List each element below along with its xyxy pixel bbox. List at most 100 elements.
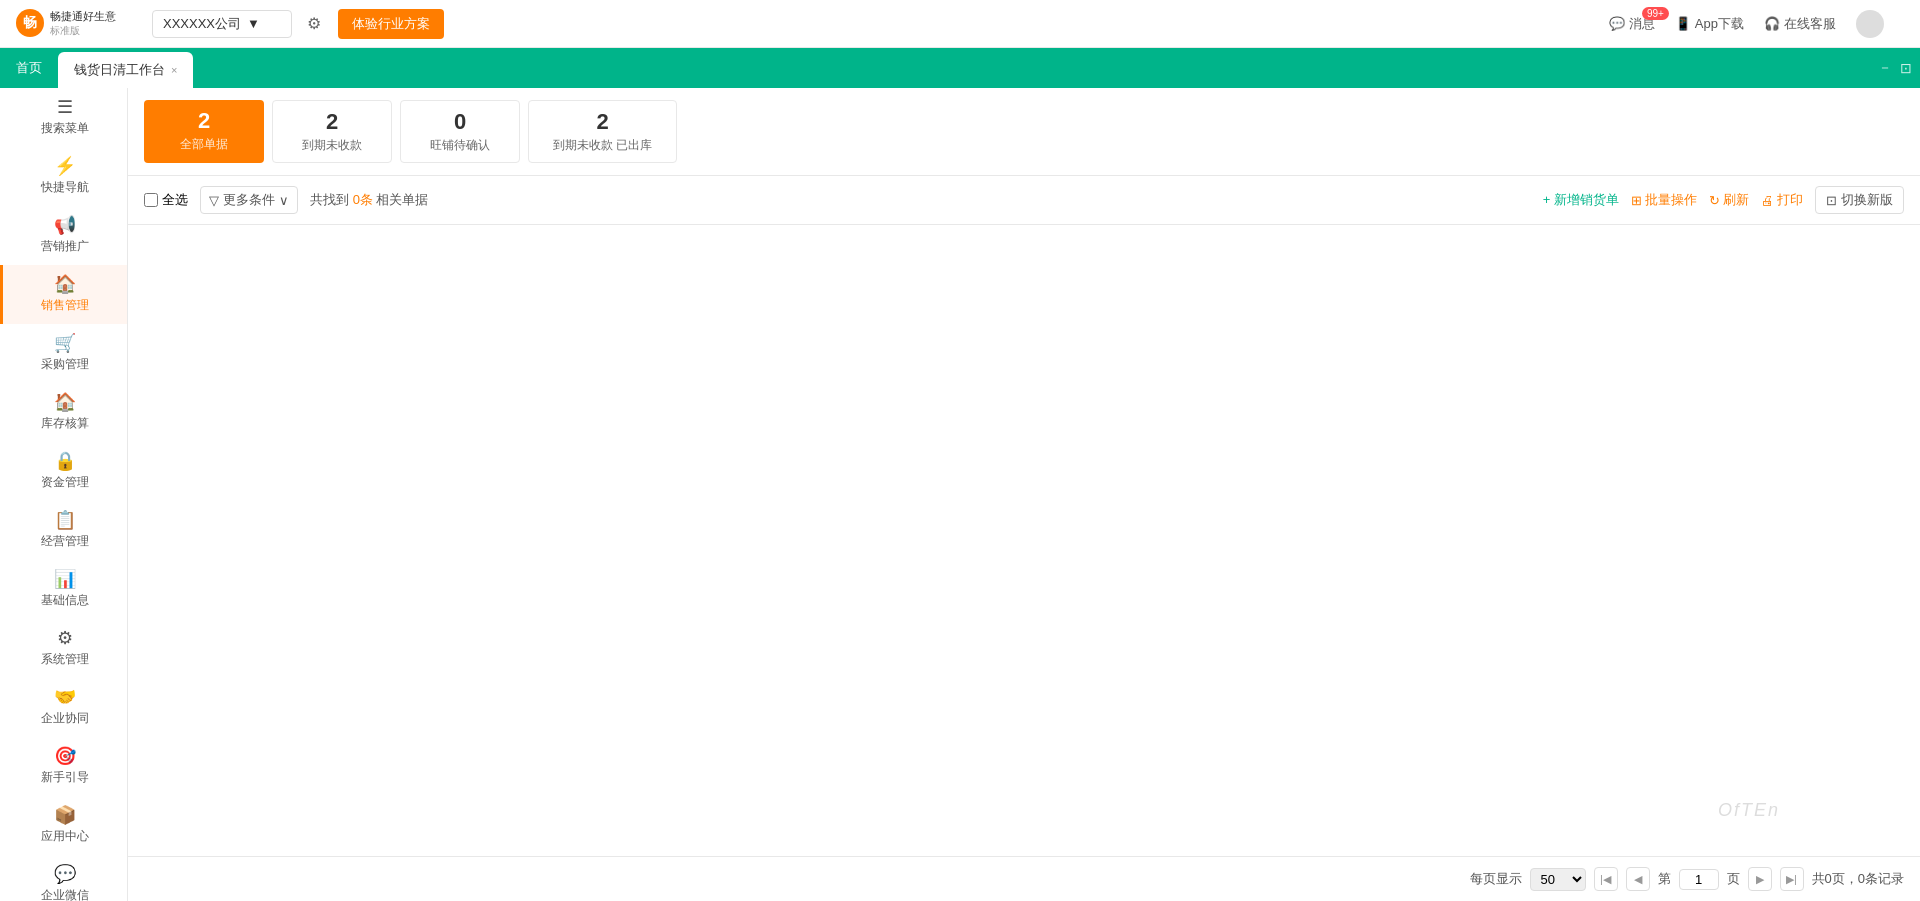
- message-button[interactable]: 💬 消息 99+: [1609, 15, 1655, 33]
- message-badge: 99+: [1642, 7, 1669, 20]
- prev-page-button[interactable]: ◀: [1626, 867, 1650, 891]
- stats-bar: 2 全部单据 2 到期未收款 0 旺铺待确认 2 到期未收款 已出库: [128, 88, 1920, 176]
- maximize-icon[interactable]: ⊡: [1900, 60, 1912, 76]
- app-download-button[interactable]: 📱 App下载: [1675, 15, 1744, 33]
- stat-number-wangwang: 0: [454, 109, 466, 135]
- batch-icon: ⊞: [1631, 193, 1642, 208]
- sidebar-item-label: 新手引导: [41, 769, 89, 786]
- logo-main: 畅捷通好生意: [50, 9, 116, 23]
- message-icon: 💬: [1609, 16, 1625, 31]
- tab-bar: 首页 钱货日清工作台 × － ⊡: [0, 48, 1920, 88]
- marketing-icon: 📢: [54, 216, 76, 234]
- sidebar-item-app-center[interactable]: 📦 应用中心: [0, 796, 127, 855]
- sidebar-item-label: 营销推广: [41, 238, 89, 255]
- sidebar-item-wechat[interactable]: 💬 企业微信: [0, 855, 127, 901]
- batch-operation-button[interactable]: ⊞ 批量操作: [1631, 191, 1697, 209]
- settings-button[interactable]: ⚙: [300, 10, 328, 38]
- last-page-button[interactable]: ▶|: [1780, 867, 1804, 891]
- sidebar-item-guide[interactable]: 🎯 新手引导: [0, 737, 127, 796]
- refresh-button[interactable]: ↻ 刷新: [1709, 191, 1749, 209]
- sidebar-item-inventory[interactable]: 🏠 库存核算: [0, 383, 127, 442]
- enterprise-icon: 🤝: [54, 688, 76, 706]
- total-info: 共0页，0条记录: [1812, 870, 1904, 888]
- sidebar-item-marketing[interactable]: 📢 营销推广: [0, 206, 127, 265]
- minimize-icon[interactable]: －: [1878, 59, 1892, 77]
- switch-version-button[interactable]: ⊡ 切换新版: [1815, 186, 1904, 214]
- stat-number-overdue: 2: [326, 109, 338, 135]
- filter-label: 更多条件: [223, 191, 275, 209]
- select-all-label: 全选: [162, 191, 188, 209]
- experience-button[interactable]: 体验行业方案: [338, 9, 444, 39]
- select-all-checkbox[interactable]: [144, 193, 158, 207]
- logo-icon: 畅: [16, 9, 44, 37]
- header-right: 💬 消息 99+ 📱 App下载 🎧 在线客服: [1609, 10, 1904, 38]
- sidebar-item-system[interactable]: ⚙ 系统管理: [0, 619, 127, 678]
- stat-card-overdue[interactable]: 2 到期未收款: [272, 100, 392, 163]
- sidebar-item-sales[interactable]: 🏠 销售管理: [0, 265, 127, 324]
- app-download-label: App下载: [1695, 15, 1744, 33]
- stat-label-overdue: 到期未收款: [302, 137, 362, 154]
- sidebar-item-purchase[interactable]: 🛒 采购管理: [0, 324, 127, 383]
- online-service-button[interactable]: 🎧 在线客服: [1764, 15, 1836, 33]
- tab-work-station[interactable]: 钱货日清工作台 ×: [58, 52, 193, 88]
- online-service-label: 在线客服: [1784, 15, 1836, 33]
- sidebar-item-label: 基础信息: [41, 592, 89, 609]
- quick-nav-icon: ⚡: [54, 157, 76, 175]
- sidebar-item-finance[interactable]: 🔒 资金管理: [0, 442, 127, 501]
- sidebar-item-enterprise[interactable]: 🤝 企业协同: [0, 678, 127, 737]
- refresh-icon: ↻: [1709, 193, 1720, 208]
- page-input[interactable]: [1679, 869, 1719, 890]
- toolbar-right: + 新增销货单 ⊞ 批量操作 ↻ 刷新 🖨 打印 ⊡ 切换新版: [1543, 186, 1904, 214]
- sidebar-item-label: 系统管理: [41, 651, 89, 668]
- sidebar-item-label: 资金管理: [41, 474, 89, 491]
- sidebar-item-label: 库存核算: [41, 415, 89, 432]
- stat-card-wangwang[interactable]: 0 旺铺待确认: [400, 100, 520, 163]
- first-page-button[interactable]: |◀: [1594, 867, 1618, 891]
- found-text: 共找到 0条 相关单据: [310, 191, 428, 209]
- content-area: 2 全部单据 2 到期未收款 0 旺铺待确认 2 到期未收款 已出库 全选: [128, 88, 1920, 901]
- per-page-label: 每页显示: [1470, 870, 1522, 888]
- app-icon: 📱: [1675, 16, 1691, 31]
- sidebar-item-label: 搜索菜单: [41, 120, 89, 137]
- company-name: XXXXXX公司: [163, 15, 241, 33]
- add-sales-order-button[interactable]: + 新增销货单: [1543, 191, 1619, 209]
- stat-card-all[interactable]: 2 全部单据: [144, 100, 264, 163]
- print-icon: 🖨: [1761, 193, 1774, 208]
- stat-card-overdue-shipped[interactable]: 2 到期未收款 已出库: [528, 100, 677, 163]
- app-center-icon: 📦: [54, 806, 76, 824]
- sidebar-item-label: 企业微信: [41, 887, 89, 901]
- sidebar-item-label: 应用中心: [41, 828, 89, 845]
- stat-number-all: 2: [198, 108, 210, 134]
- inventory-icon: 🏠: [54, 393, 76, 411]
- avatar[interactable]: [1856, 10, 1884, 38]
- chevron-down-icon: ▼: [247, 16, 260, 31]
- pagination-bar: 每页显示 50 100 200 |◀ ◀ 第 页 ▶ ▶| 共0页，0条记录: [128, 856, 1920, 901]
- company-selector[interactable]: XXXXXX公司 ▼: [152, 10, 292, 38]
- per-page-select[interactable]: 50 100 200: [1530, 868, 1586, 891]
- sidebar-item-label: 销售管理: [41, 297, 89, 314]
- tab-label: 钱货日清工作台: [74, 61, 165, 79]
- stat-label-all: 全部单据: [180, 136, 228, 153]
- filter-icon: ▽: [209, 193, 219, 208]
- tab-home[interactable]: 首页: [0, 48, 58, 88]
- gear-icon: ⚙: [307, 14, 321, 33]
- sidebar-item-basic-info[interactable]: 📊 基础信息: [0, 560, 127, 619]
- sidebar-item-search-menu[interactable]: ☰ 搜索菜单: [0, 88, 127, 147]
- print-button[interactable]: 🖨 打印: [1761, 191, 1803, 209]
- operations-icon: 📋: [54, 511, 76, 529]
- tab-close-icon[interactable]: ×: [171, 64, 177, 76]
- filter-chevron-icon: ∨: [279, 193, 289, 208]
- main-layout: ☰ 搜索菜单 ⚡ 快捷导航 📢 营销推广 🏠 销售管理 🛒 采购管理 🏠 库存核…: [0, 88, 1920, 901]
- stat-label-overdue-shipped: 到期未收款 已出库: [553, 137, 652, 154]
- filter-button[interactable]: ▽ 更多条件 ∨: [200, 186, 298, 214]
- sidebar-item-label: 采购管理: [41, 356, 89, 373]
- page-label: 第: [1658, 870, 1671, 888]
- select-all-area[interactable]: 全选: [144, 191, 188, 209]
- found-count: 0条: [353, 192, 373, 207]
- sidebar-item-operations[interactable]: 📋 经营管理: [0, 501, 127, 560]
- sales-icon: 🏠: [54, 275, 76, 293]
- next-page-button[interactable]: ▶: [1748, 867, 1772, 891]
- tab-bar-right: － ⊡: [1878, 59, 1920, 77]
- finance-icon: 🔒: [54, 452, 76, 470]
- sidebar-item-quick-nav[interactable]: ⚡ 快捷导航: [0, 147, 127, 206]
